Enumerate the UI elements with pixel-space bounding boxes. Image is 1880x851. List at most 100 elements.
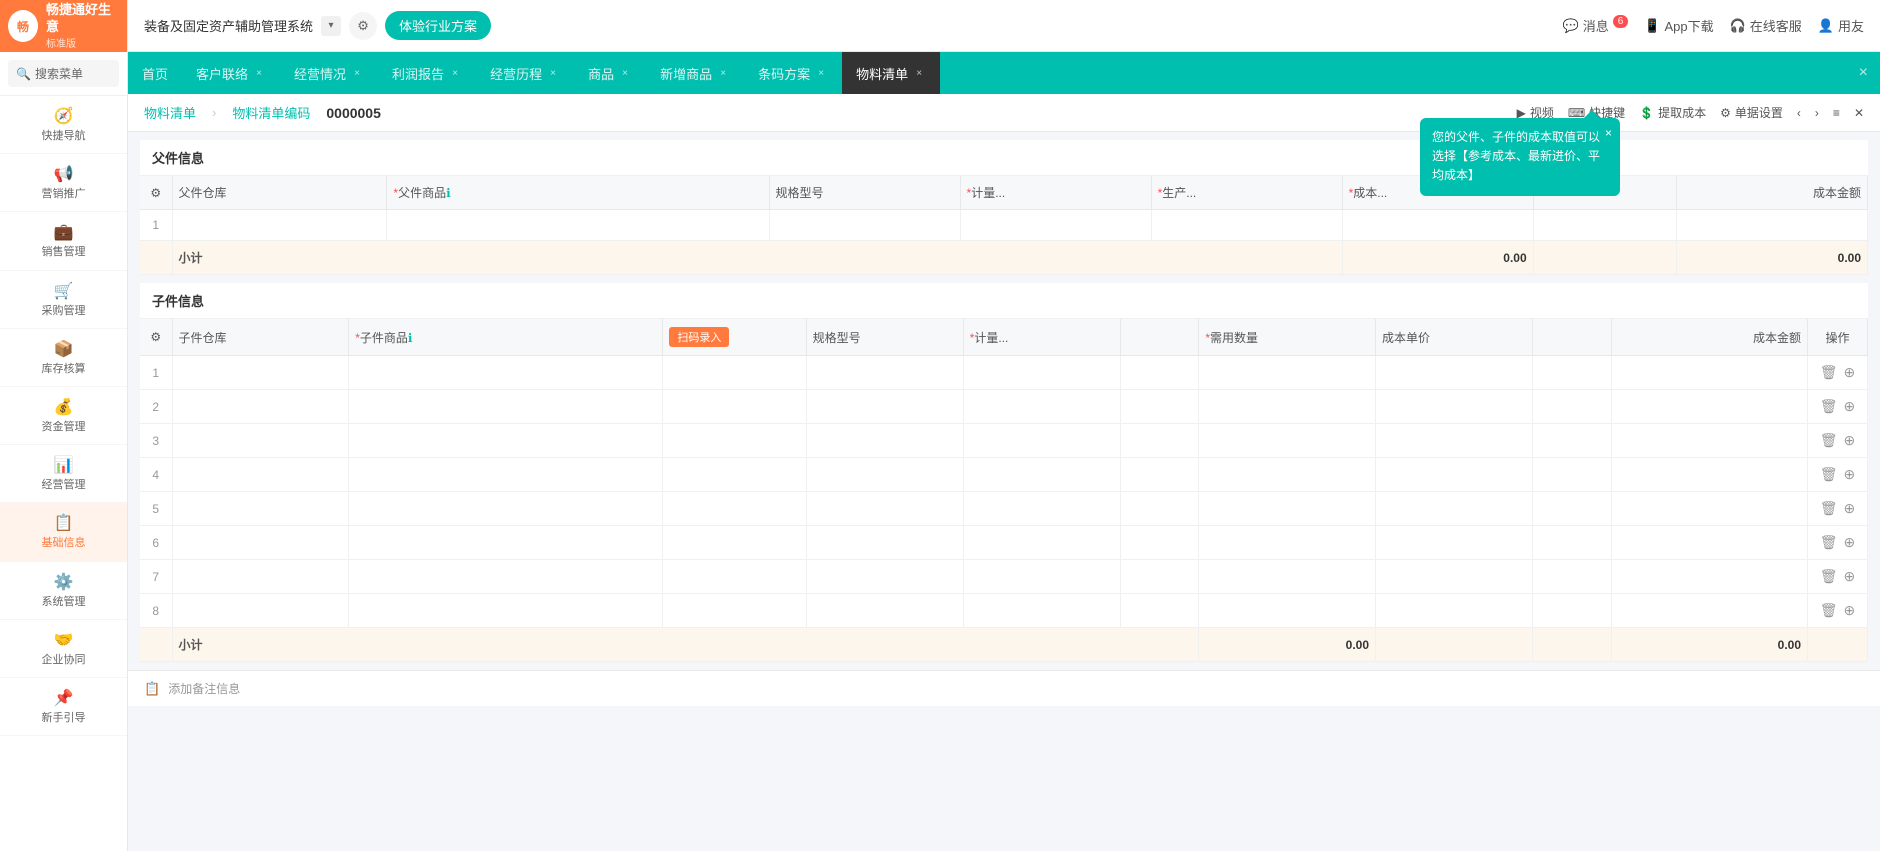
child-spec-cell-1[interactable]: [806, 356, 963, 390]
child-qty-cell-3[interactable]: [1199, 424, 1376, 458]
parent-product-cell[interactable]: [387, 210, 769, 241]
child-warehouse-cell-2[interactable]: [172, 390, 349, 424]
nav-tab-3[interactable]: 利润报告×: [378, 52, 476, 94]
child-warehouse-cell-3[interactable]: [172, 424, 349, 458]
child-price-cell-6[interactable]: [1376, 526, 1533, 560]
child-unit-cell-3[interactable]: [963, 424, 1120, 458]
sidebar-item-quick-nav[interactable]: 🧭快捷导航: [0, 96, 127, 154]
child-price-cell-4[interactable]: [1376, 458, 1533, 492]
child-spec-cell-2[interactable]: [806, 390, 963, 424]
sidebar-item-operations[interactable]: 📊经营管理: [0, 445, 127, 503]
child-warehouse-cell-6[interactable]: [172, 526, 349, 560]
copy-row-5-icon[interactable]: ⊕: [1844, 500, 1856, 517]
nav-tab-2[interactable]: 经营情况×: [280, 52, 378, 94]
child-product-cell-4[interactable]: [349, 458, 663, 492]
nav-tab-close-5[interactable]: ×: [618, 66, 632, 80]
parent-produce-cell[interactable]: [1151, 210, 1342, 241]
sidebar-item-system[interactable]: ⚙️系统管理: [0, 562, 127, 620]
delete-row-2-icon[interactable]: 🗑: [1820, 398, 1838, 415]
child-product-cell-6[interactable]: [349, 526, 663, 560]
nav-next-button[interactable]: ›: [1815, 106, 1819, 120]
system-dropdown[interactable]: ▾: [321, 16, 341, 36]
delete-row-6-icon[interactable]: 🗑: [1820, 534, 1838, 551]
copy-row-1-icon[interactable]: ⊕: [1844, 364, 1856, 381]
online-service-button[interactable]: 🎧 在线客服: [1730, 16, 1802, 35]
close-page-button[interactable]: ✕: [1854, 106, 1864, 120]
trial-button[interactable]: 体验行业方案: [385, 11, 491, 40]
note-text[interactable]: 添加备注信息: [168, 680, 240, 697]
user-menu[interactable]: 👤 用友: [1818, 16, 1864, 35]
settings-icon[interactable]: ⚙: [349, 12, 377, 40]
child-spec-cell-5[interactable]: [806, 492, 963, 526]
child-warehouse-cell-7[interactable]: [172, 560, 349, 594]
message-button[interactable]: 💬 消息 6: [1563, 16, 1629, 35]
delete-row-5-icon[interactable]: 🗑: [1820, 500, 1838, 517]
child-product-cell-8[interactable]: [349, 594, 663, 628]
child-price-cell-1[interactable]: [1376, 356, 1533, 390]
child-product-cell-1[interactable]: [349, 356, 663, 390]
child-product-cell-2[interactable]: [349, 390, 663, 424]
child-qty-cell-5[interactable]: [1199, 492, 1376, 526]
child-unit-cell-1[interactable]: [963, 356, 1120, 390]
delete-row-8-icon[interactable]: 🗑: [1820, 602, 1838, 619]
child-warehouse-cell-8[interactable]: [172, 594, 349, 628]
parent-spec-cell[interactable]: [769, 210, 960, 241]
parent-warehouse-cell[interactable]: [172, 210, 387, 241]
child-price-cell-3[interactable]: [1376, 424, 1533, 458]
child-qty-cell-1[interactable]: [1199, 356, 1376, 390]
nav-tab-close-2[interactable]: ×: [350, 66, 364, 80]
child-qty-cell-4[interactable]: [1199, 458, 1376, 492]
single-settings-button[interactable]: ⚙ 单据设置: [1720, 104, 1783, 121]
child-unit-cell-7[interactable]: [963, 560, 1120, 594]
scan-input-button[interactable]: 扫码录入: [669, 327, 729, 347]
child-unit-cell-4[interactable]: [963, 458, 1120, 492]
child-unit-cell-2[interactable]: [963, 390, 1120, 424]
parent-cost-cell[interactable]: [1342, 210, 1533, 241]
copy-row-3-icon[interactable]: ⊕: [1844, 432, 1856, 449]
breadcrumb-material-code-label[interactable]: 物料清单编码: [232, 103, 310, 122]
nav-prev-button[interactable]: ‹: [1797, 106, 1801, 120]
delete-row-7-icon[interactable]: 🗑: [1820, 568, 1838, 585]
child-warehouse-cell-5[interactable]: [172, 492, 349, 526]
nav-tab-1[interactable]: 客户联络×: [182, 52, 280, 94]
nav-tab-7[interactable]: 条码方案×: [744, 52, 842, 94]
parent-unit-cell[interactable]: [960, 210, 1151, 241]
sidebar-item-sales[interactable]: 💼销售管理: [0, 212, 127, 270]
child-spec-cell-8[interactable]: [806, 594, 963, 628]
list-view-button[interactable]: ≡: [1833, 106, 1840, 120]
nav-tab-8[interactable]: 物料清单×: [842, 52, 940, 94]
child-price-cell-5[interactable]: [1376, 492, 1533, 526]
copy-row-4-icon[interactable]: ⊕: [1844, 466, 1856, 483]
child-product-cell-5[interactable]: [349, 492, 663, 526]
tooltip-close-button[interactable]: ×: [1605, 124, 1612, 143]
child-qty-cell-8[interactable]: [1199, 594, 1376, 628]
sidebar-item-enterprise[interactable]: 🤝企业协同: [0, 620, 127, 678]
delete-row-3-icon[interactable]: 🗑: [1820, 432, 1838, 449]
child-qty-cell-7[interactable]: [1199, 560, 1376, 594]
extract-cost-button[interactable]: 💲 提取成本: [1639, 104, 1706, 121]
child-unit-cell-8[interactable]: [963, 594, 1120, 628]
child-unit-cell-5[interactable]: [963, 492, 1120, 526]
nav-tab-close-1[interactable]: ×: [252, 66, 266, 80]
child-price-cell-2[interactable]: [1376, 390, 1533, 424]
child-spec-cell-6[interactable]: [806, 526, 963, 560]
child-spec-cell-3[interactable]: [806, 424, 963, 458]
copy-row-7-icon[interactable]: ⊕: [1844, 568, 1856, 585]
child-price-cell-8[interactable]: [1376, 594, 1533, 628]
child-qty-cell-2[interactable]: [1199, 390, 1376, 424]
nav-tab-close-6[interactable]: ×: [716, 66, 730, 80]
delete-row-4-icon[interactable]: 🗑: [1820, 466, 1838, 483]
child-unit-cell-6[interactable]: [963, 526, 1120, 560]
nav-tab-6[interactable]: 新增商品×: [646, 52, 744, 94]
child-spec-cell-4[interactable]: [806, 458, 963, 492]
copy-row-2-icon[interactable]: ⊕: [1844, 398, 1856, 415]
child-product-cell-7[interactable]: [349, 560, 663, 594]
search-menu-button[interactable]: 🔍 搜索菜单: [8, 60, 119, 87]
close-all-tabs-button[interactable]: ×: [1847, 64, 1880, 82]
delete-row-1-icon[interactable]: 🗑: [1820, 364, 1838, 381]
nav-tab-4[interactable]: 经营历程×: [476, 52, 574, 94]
breadcrumb-material-list[interactable]: 物料清单: [144, 103, 196, 122]
child-price-cell-7[interactable]: [1376, 560, 1533, 594]
sidebar-item-inventory[interactable]: 📦库存核算: [0, 329, 127, 387]
child-spec-cell-7[interactable]: [806, 560, 963, 594]
